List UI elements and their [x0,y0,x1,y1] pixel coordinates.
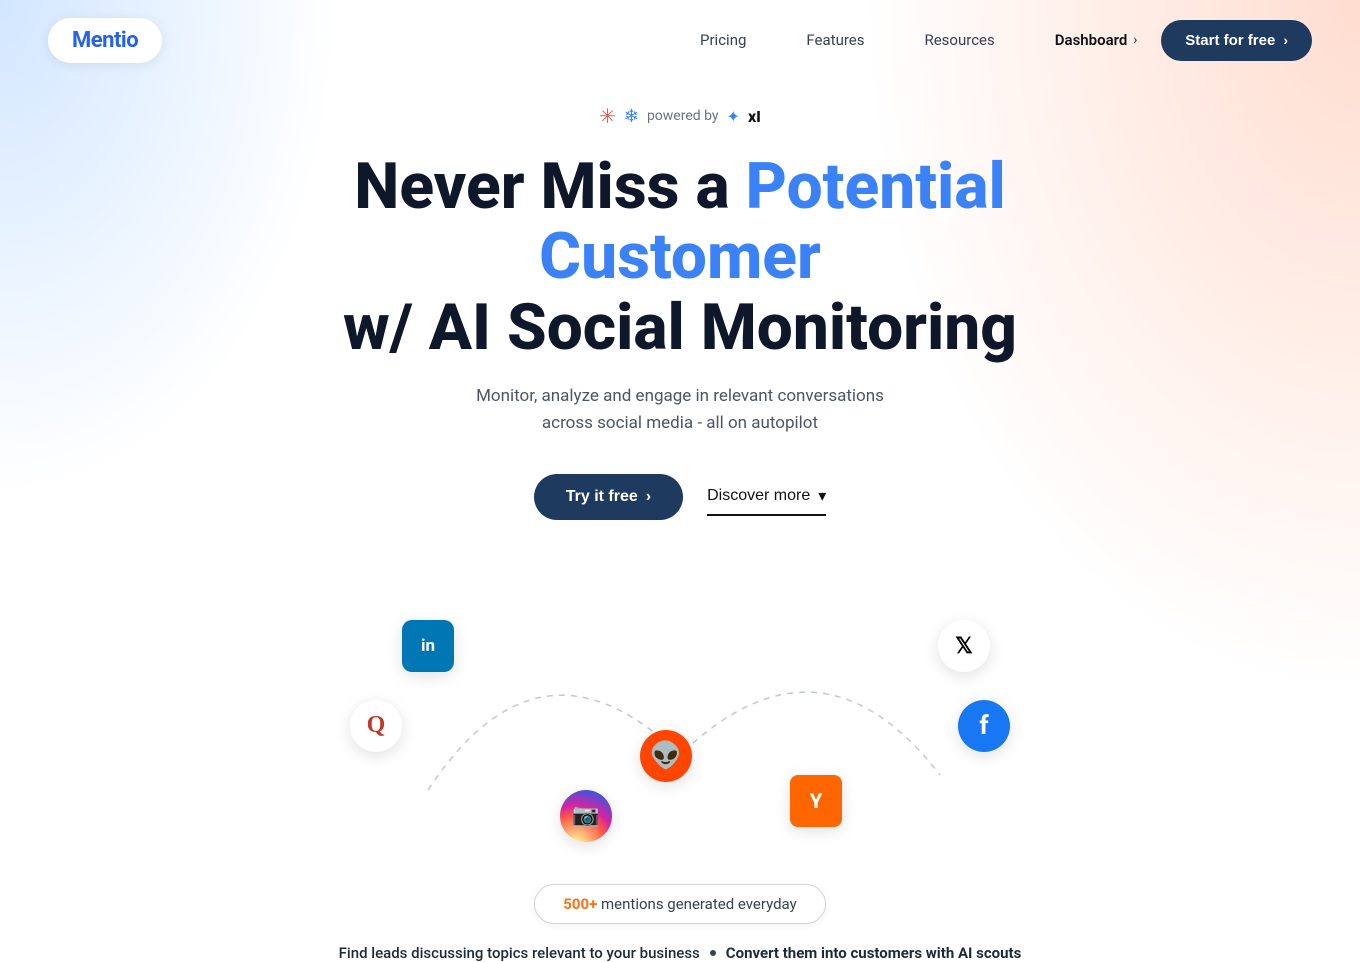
arrow-icon: › [646,488,651,506]
hero-heading: Never Miss a Potential Customer w/ AI So… [230,152,1130,363]
tagline-part2: Convert them into customers with AI scou… [726,944,1022,962]
facebook-icon: f [958,700,1010,752]
reddit-icon: 👽 [640,730,692,782]
instagram-icon: 📷 [560,790,612,842]
dot-separator [710,950,716,956]
nav-pricing[interactable]: Pricing [700,31,746,49]
logo-wrapper: Mentio [48,18,162,63]
hero-section: ✳ ❄ powered by ✦ xI Never Miss a Potenti… [0,80,1360,860]
chevron-down-icon: ▾ [818,486,826,506]
start-for-free-button[interactable]: Start for free › [1161,20,1312,61]
nav-features[interactable]: Features [806,31,864,49]
orbit-section: in Q 👽 📷 Y 𝕏 f [340,580,1020,860]
bottom-tagline: Find leads discussing topics relevant to… [339,944,1022,962]
logo[interactable]: Mentio [72,28,138,53]
nav-links: Pricing Features Resources [700,31,995,49]
discover-more-button[interactable]: Discover more ▾ [707,478,826,516]
mentions-count: 500+ [563,895,597,913]
powered-by-badge: ✳ ❄ powered by ✦ xI [599,104,761,128]
cta-group: Try it free › Discover more ▾ [534,474,827,520]
bottom-banner: 500+ mentions generated everyday Find le… [0,884,1360,962]
nav-resources[interactable]: Resources [924,31,994,49]
snowflake-icon: ❄ [624,106,639,127]
ai-sparkle-icon: ✦ [727,107,740,126]
hero-subtext: Monitor, analyze and engage in relevant … [476,383,884,437]
heading-part1: Never Miss a [354,149,745,224]
powered-label: powered by [647,108,719,124]
xl-badge: xI [748,107,761,126]
hackernews-icon: Y [790,775,842,827]
navbar: Mentio Pricing Features Resources Dashbo… [0,0,1360,80]
tagline-part1: Find leads discussing topics relevant to… [339,944,700,962]
mentions-text: mentions generated everyday [601,895,797,913]
twitter-x-icon: 𝕏 [938,620,990,672]
dashboard-link[interactable]: Dashboard › [1055,31,1138,49]
chevron-right-icon: › [1133,33,1137,48]
asterisk-icon: ✳ [599,104,616,128]
mentions-badge: 500+ mentions generated everyday [534,884,825,924]
arrow-right-icon: › [1283,32,1288,48]
quora-icon: Q [350,700,402,752]
heading-part2: w/ AI Social Monitoring [343,290,1017,365]
linkedin-icon: in [402,620,454,672]
try-it-free-button[interactable]: Try it free › [534,474,683,520]
